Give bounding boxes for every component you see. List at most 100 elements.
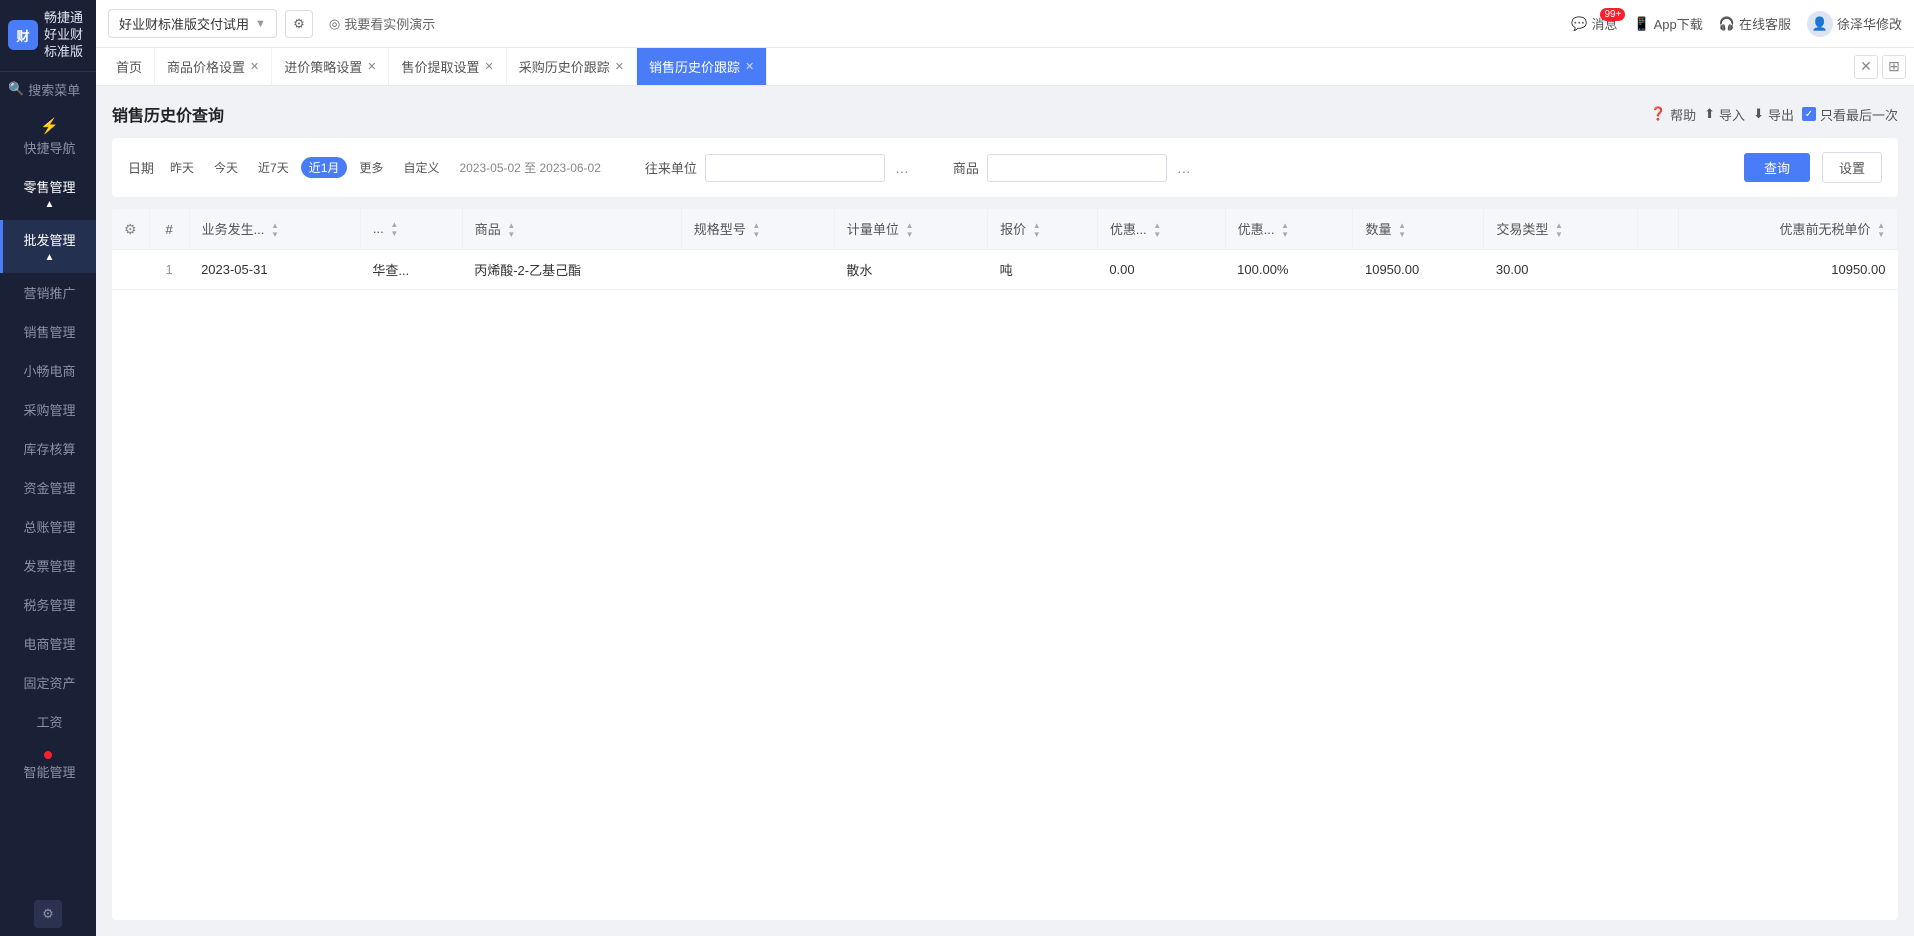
date-btn-1month[interactable]: 近1月 xyxy=(301,157,348,178)
sidebar-item-invoice[interactable]: 发票管理 xyxy=(0,546,96,585)
sort-discount-price-icon[interactable]: ▲▼ xyxy=(1281,222,1289,239)
module-settings-button[interactable]: ⚙ xyxy=(285,10,313,38)
gear-icon: ⚙ xyxy=(293,16,305,32)
sidebar-search[interactable]: 🔍 搜索菜单 xyxy=(0,72,96,107)
col-header-quantity[interactable]: 数量 ▲▼ xyxy=(1353,209,1484,250)
main-area: 好业财标准版交付试用 ▼ ⚙ ◎ 我要看实例演示 💬 消息 99+ 📱 App下… xyxy=(96,0,1914,936)
help-button[interactable]: ❓ 帮助 xyxy=(1650,105,1696,124)
date-btn-today[interactable]: 今天 xyxy=(206,157,246,178)
col-header-business-date[interactable]: 业务发生... ▲▼ xyxy=(189,209,360,250)
settings-button[interactable]: 设置 xyxy=(1822,152,1882,183)
app-download-icon: 📱 xyxy=(1633,16,1649,32)
search-icon: 🔍 xyxy=(8,81,24,97)
tab-close-purchase-history[interactable]: ✕ xyxy=(615,60,624,73)
row-no-cell: 1 xyxy=(149,250,189,290)
sort-spec-icon[interactable]: ▲▼ xyxy=(752,222,760,239)
sort-price-icon[interactable]: ▲▼ xyxy=(1033,222,1041,239)
sidebar-item-quick-nav[interactable]: ⚡ 快捷导航 xyxy=(0,107,96,167)
tab-close-sale-price-extract[interactable]: ✕ xyxy=(485,60,494,73)
sidebar-item-marketing[interactable]: 营销推广 xyxy=(0,273,96,312)
col-header-price[interactable]: 报价 ▲▼ xyxy=(988,209,1098,250)
col-header-gear[interactable]: ⚙ xyxy=(112,209,149,250)
row-unit-cell: 散水 xyxy=(834,250,987,290)
only-last-checkbox[interactable]: ✓ 只看最后一次 xyxy=(1802,105,1898,124)
module-selector[interactable]: 好业财标准版交付试用 ▼ xyxy=(108,9,277,38)
row-gear-cell xyxy=(112,250,149,290)
tab-sales-history[interactable]: 销售历史价跟踪 ✕ xyxy=(637,48,767,86)
date-btn-yesterday[interactable]: 昨天 xyxy=(162,157,202,178)
sort-business-date-icon[interactable]: ▲▼ xyxy=(271,222,279,239)
tab-expand-button[interactable]: ⊞ xyxy=(1882,55,1906,79)
tab-close-window-button[interactable]: ✕ xyxy=(1854,55,1878,79)
table-row: 1 2023-05-31 华查... 丙烯酸-2-乙基己酯 散水 吨 0.00 … xyxy=(112,250,1898,290)
online-service-button[interactable]: 🎧 在线客服 xyxy=(1719,14,1791,33)
user-name-label: 徐泽华修改 xyxy=(1837,14,1902,33)
sidebar-item-sales[interactable]: 销售管理 xyxy=(0,312,96,351)
col-header-product[interactable]: 商品 ▲▼ xyxy=(462,209,681,250)
sidebar: 财 畅捷通好业财 标准版 🔍 搜索菜单 ⚡ 快捷导航 零售管理 ▲ 批发管理 ▲… xyxy=(0,0,96,936)
col-header-discount-rate[interactable]: 优惠... ▲▼ xyxy=(1097,209,1225,250)
sidebar-item-assets[interactable]: 固定资产 xyxy=(0,663,96,702)
tab-purchase-strategy[interactable]: 进价策略设置 ✕ xyxy=(272,48,389,86)
tab-home[interactable]: 首页 xyxy=(104,48,155,86)
col-header-discount-price[interactable]: 优惠... ▲▼ xyxy=(1225,209,1353,250)
sidebar-item-inventory[interactable]: 库存核算 xyxy=(0,429,96,468)
tab-purchase-history[interactable]: 采购历史价跟踪 ✕ xyxy=(507,48,637,86)
tab-close-product-price[interactable]: ✕ xyxy=(250,60,259,73)
customer-search-dots[interactable]: … xyxy=(895,160,909,176)
sort-transaction-type-icon[interactable]: ▲▼ xyxy=(1555,222,1563,239)
tabbar-actions: ✕ ⊞ xyxy=(1846,55,1914,79)
sidebar-item-funds[interactable]: 资金管理 xyxy=(0,468,96,507)
date-btn-more[interactable]: 更多 xyxy=(351,157,391,178)
col-header-dots1[interactable]: ... ▲▼ xyxy=(360,209,462,250)
sort-discount-rate-icon[interactable]: ▲▼ xyxy=(1153,222,1161,239)
quick-nav-icon: ⚡ xyxy=(40,117,59,135)
sidebar-item-purchase[interactable]: 采购管理 xyxy=(0,390,96,429)
col-header-transaction-type[interactable]: 交易类型 ▲▼ xyxy=(1484,209,1637,250)
import-button[interactable]: ⬆ 导入 xyxy=(1704,105,1745,124)
export-button[interactable]: ⬇ 导出 xyxy=(1753,105,1794,124)
sort-unit-icon[interactable]: ▲▼ xyxy=(906,222,914,239)
demo-button[interactable]: ◎ 我要看实例演示 xyxy=(329,14,435,33)
sidebar-settings-icon[interactable]: ⚙ xyxy=(34,900,62,928)
sidebar-item-smart[interactable]: 智能管理 xyxy=(0,741,96,791)
col-header-pretax-unit-price[interactable]: 优惠前无税单价 ▲▼ xyxy=(1679,209,1898,250)
sort-quantity-icon[interactable]: ▲▼ xyxy=(1398,222,1406,239)
app-download-button[interactable]: 📱 App下载 xyxy=(1633,14,1702,33)
col-header-unit[interactable]: 计量单位 ▲▼ xyxy=(834,209,987,250)
sidebar-bottom: ⚙ xyxy=(0,892,96,936)
sidebar-item-ecommerce[interactable]: 电商管理 xyxy=(0,624,96,663)
online-service-icon: 🎧 xyxy=(1719,16,1735,32)
table-gear-icon[interactable]: ⚙ xyxy=(124,221,137,237)
tab-product-price[interactable]: 商品价格设置 ✕ xyxy=(155,48,272,86)
product-input[interactable] xyxy=(987,154,1167,182)
tab-sale-price-extract[interactable]: 售价提取设置 ✕ xyxy=(389,48,506,86)
table-header-row: ⚙ # 业务发生... ▲▼ ... ▲▼ 商品 ▲ xyxy=(112,209,1898,250)
topbar-right: 💬 消息 99+ 📱 App下载 🎧 在线客服 👤 徐泽华修改 xyxy=(1571,11,1902,37)
customer-input[interactable] xyxy=(705,154,885,182)
demo-icon: ◎ xyxy=(329,16,340,32)
tab-close-purchase-strategy[interactable]: ✕ xyxy=(367,60,376,73)
sidebar-item-tax[interactable]: 税务管理 xyxy=(0,585,96,624)
module-selector-chevron-icon: ▼ xyxy=(255,18,266,30)
export-icon: ⬇ xyxy=(1753,106,1764,122)
demo-label: 我要看实例演示 xyxy=(344,14,435,33)
date-btn-7days[interactable]: 近7天 xyxy=(250,157,297,178)
user-profile-button[interactable]: 👤 徐泽华修改 xyxy=(1807,11,1902,37)
sort-product-icon[interactable]: ▲▼ xyxy=(507,222,515,239)
query-button[interactable]: 查询 xyxy=(1744,153,1810,182)
product-search-dots[interactable]: … xyxy=(1177,160,1191,176)
sidebar-item-payroll[interactable]: 工资 xyxy=(0,702,96,741)
sidebar-item-retail[interactable]: 零售管理 ▲ xyxy=(0,167,96,220)
sort-pretax-unit-price-icon[interactable]: ▲▼ xyxy=(1877,222,1885,239)
messages-button[interactable]: 💬 消息 99+ xyxy=(1571,14,1617,33)
row-product-cell: 丙烯酸-2-乙基己酯 xyxy=(462,250,681,290)
date-btn-custom[interactable]: 自定义 xyxy=(395,157,447,178)
tab-close-sales-history[interactable]: ✕ xyxy=(745,60,754,73)
sort-dots1-icon[interactable]: ▲▼ xyxy=(390,221,398,238)
sidebar-item-ledger[interactable]: 总账管理 xyxy=(0,507,96,546)
col-header-spec[interactable]: 规格型号 ▲▼ xyxy=(681,209,834,250)
sidebar-item-wholesale[interactable]: 批发管理 ▲ xyxy=(0,220,96,273)
topbar: 好业财标准版交付试用 ▼ ⚙ ◎ 我要看实例演示 💬 消息 99+ 📱 App下… xyxy=(96,0,1914,48)
sidebar-item-ecommerce-small[interactable]: 小畅电商 xyxy=(0,351,96,390)
